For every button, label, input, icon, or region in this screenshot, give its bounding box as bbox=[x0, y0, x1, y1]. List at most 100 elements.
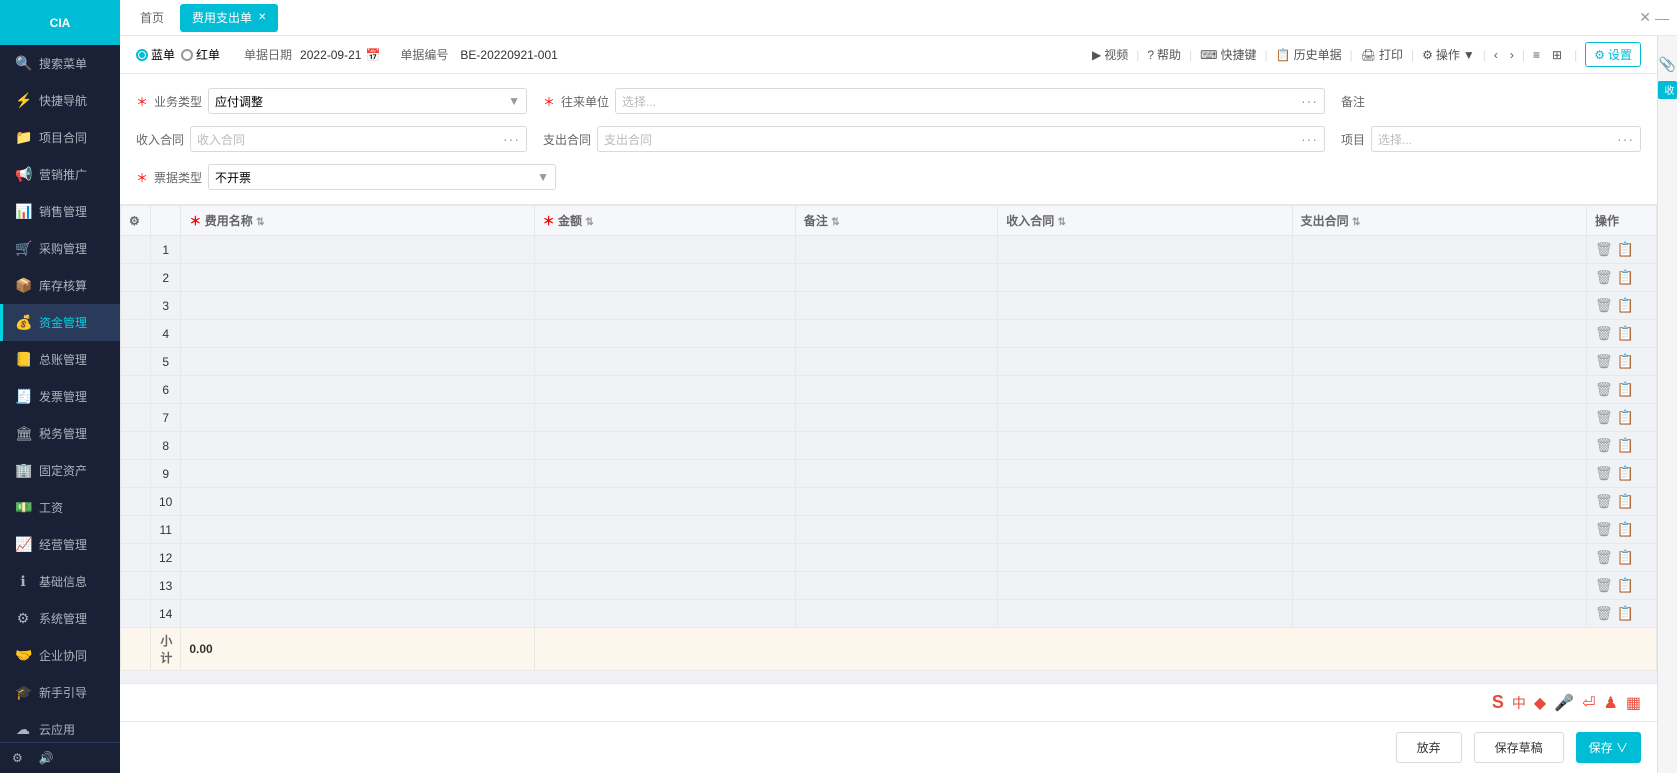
cell-income-9[interactable] bbox=[998, 460, 1292, 488]
cell-remark-12[interactable] bbox=[795, 544, 997, 572]
cell-amount-5[interactable] bbox=[534, 348, 795, 376]
discard-button[interactable]: 放弃 bbox=[1396, 732, 1462, 763]
sidebar-item-inventory[interactable]: 📦 库存核算 bbox=[0, 267, 120, 304]
cell-amount-9[interactable] bbox=[534, 460, 795, 488]
th-remark[interactable]: 备注 ⇅ bbox=[795, 206, 997, 236]
cell-name-13[interactable] bbox=[181, 572, 534, 600]
partner-input[interactable]: 选择... ··· bbox=[615, 88, 1325, 114]
copy-icon-4[interactable]: 📋 bbox=[1617, 325, 1634, 342]
copy-icon-14[interactable]: 📋 bbox=[1617, 605, 1634, 622]
copy-icon-12[interactable]: 📋 bbox=[1617, 549, 1634, 566]
th-income-contract[interactable]: 收入合同 ⇅ bbox=[998, 206, 1292, 236]
cell-name-5[interactable] bbox=[181, 348, 534, 376]
cell-expense-5[interactable] bbox=[1292, 348, 1586, 376]
cell-remark-5[interactable] bbox=[795, 348, 997, 376]
cell-expense-9[interactable] bbox=[1292, 460, 1586, 488]
sidebar-item-system[interactable]: ⚙ 系统管理 bbox=[0, 600, 120, 637]
sidebar-item-operations[interactable]: 📈 经营管理 bbox=[0, 526, 120, 563]
cell-expense-3[interactable] bbox=[1292, 292, 1586, 320]
cell-name-4[interactable] bbox=[181, 320, 534, 348]
cell-expense-13[interactable] bbox=[1292, 572, 1586, 600]
sidebar-item-quicknav[interactable]: ⚡ 快捷导航 bbox=[0, 82, 120, 119]
right-panel-edit-icon[interactable]: 收 bbox=[1658, 81, 1677, 99]
cell-name-11[interactable] bbox=[181, 516, 534, 544]
tab-expense[interactable]: 费用支出单 ✕ bbox=[180, 4, 278, 32]
sidebar-item-search[interactable]: 🔍 搜索菜单 bbox=[0, 45, 120, 82]
cell-amount-10[interactable] bbox=[534, 488, 795, 516]
cell-expense-11[interactable] bbox=[1292, 516, 1586, 544]
delete-icon-8[interactable]: 🗑 bbox=[1595, 437, 1613, 454]
sidebar-item-cloud[interactable]: ☁ 云应用 bbox=[0, 711, 120, 742]
cell-remark-2[interactable] bbox=[795, 264, 997, 292]
cell-remark-7[interactable] bbox=[795, 404, 997, 432]
nav-next-btn[interactable]: › bbox=[1506, 46, 1518, 64]
delete-icon-13[interactable]: 🗑 bbox=[1595, 577, 1613, 594]
cell-income-11[interactable] bbox=[998, 516, 1292, 544]
sidebar-item-enterprise[interactable]: 🤝 企业协同 bbox=[0, 637, 120, 674]
cell-amount-8[interactable] bbox=[534, 432, 795, 460]
cell-income-7[interactable] bbox=[998, 404, 1292, 432]
cell-income-3[interactable] bbox=[998, 292, 1292, 320]
window-minimize-icon[interactable]: — bbox=[1655, 10, 1669, 26]
cell-amount-11[interactable] bbox=[534, 516, 795, 544]
cell-expense-14[interactable] bbox=[1292, 600, 1586, 628]
mic-icon[interactable]: 🎤 bbox=[1554, 693, 1574, 713]
cell-expense-8[interactable] bbox=[1292, 432, 1586, 460]
copy-icon-5[interactable]: 📋 bbox=[1617, 353, 1634, 370]
copy-icon-10[interactable]: 📋 bbox=[1617, 493, 1634, 510]
cell-expense-10[interactable] bbox=[1292, 488, 1586, 516]
cell-name-3[interactable] bbox=[181, 292, 534, 320]
cell-income-5[interactable] bbox=[998, 348, 1292, 376]
volume-bottom-icon[interactable]: 🔊 bbox=[39, 751, 54, 765]
cell-amount-2[interactable] bbox=[534, 264, 795, 292]
delete-icon-4[interactable]: 🗑 bbox=[1595, 325, 1613, 342]
delete-icon-14[interactable]: 🗑 bbox=[1595, 605, 1613, 622]
delete-icon-10[interactable]: 🗑 bbox=[1595, 493, 1613, 510]
copy-icon-8[interactable]: 📋 bbox=[1617, 437, 1634, 454]
sidebar-item-ledger[interactable]: 📒 总账管理 bbox=[0, 341, 120, 378]
business-type-select[interactable]: 应付调整 ▼ bbox=[208, 88, 527, 114]
cell-amount-14[interactable] bbox=[534, 600, 795, 628]
grid-icon[interactable]: ▦ bbox=[1626, 693, 1641, 713]
cell-remark-8[interactable] bbox=[795, 432, 997, 460]
delete-icon-7[interactable]: 🗑 bbox=[1595, 409, 1613, 426]
copy-icon-7[interactable]: 📋 bbox=[1617, 409, 1634, 426]
grid-view-btn[interactable]: ⊞ bbox=[1548, 46, 1566, 64]
history-btn[interactable]: 📋 历史单据 bbox=[1272, 44, 1346, 65]
copy-icon-11[interactable]: 📋 bbox=[1617, 521, 1634, 538]
cell-remark-1[interactable] bbox=[795, 236, 997, 264]
cell-amount-6[interactable] bbox=[534, 376, 795, 404]
cell-expense-7[interactable] bbox=[1292, 404, 1586, 432]
cell-income-13[interactable] bbox=[998, 572, 1292, 600]
tab-close-icon[interactable]: ✕ bbox=[258, 12, 266, 23]
delete-icon-9[interactable]: 🗑 bbox=[1595, 465, 1613, 482]
radio-blue[interactable]: 蓝单 bbox=[136, 46, 175, 63]
cell-remark-10[interactable] bbox=[795, 488, 997, 516]
cell-amount-13[interactable] bbox=[534, 572, 795, 600]
cell-name-8[interactable] bbox=[181, 432, 534, 460]
delete-icon-3[interactable]: 🗑 bbox=[1595, 297, 1613, 314]
sidebar-item-purchase[interactable]: 🛒 采购管理 bbox=[0, 230, 120, 267]
save-button[interactable]: 保存 ∨ bbox=[1576, 732, 1641, 763]
cell-expense-2[interactable] bbox=[1292, 264, 1586, 292]
settings-btn[interactable]: ⚙ 设置 bbox=[1585, 42, 1641, 67]
cell-income-10[interactable] bbox=[998, 488, 1292, 516]
delete-icon-6[interactable]: 🗑 bbox=[1595, 381, 1613, 398]
cell-remark-3[interactable] bbox=[795, 292, 997, 320]
cell-remark-13[interactable] bbox=[795, 572, 997, 600]
copy-icon-2[interactable]: 📋 bbox=[1617, 269, 1634, 286]
cell-name-6[interactable] bbox=[181, 376, 534, 404]
calendar-icon[interactable]: 📅 bbox=[365, 48, 380, 62]
cell-remark-11[interactable] bbox=[795, 516, 997, 544]
cell-remark-9[interactable] bbox=[795, 460, 997, 488]
cell-name-10[interactable] bbox=[181, 488, 534, 516]
help-btn[interactable]: ? 帮助 bbox=[1143, 44, 1185, 65]
sidebar-item-invoice[interactable]: 🧾 发票管理 bbox=[0, 378, 120, 415]
cell-income-1[interactable] bbox=[998, 236, 1292, 264]
copy-icon-3[interactable]: 📋 bbox=[1617, 297, 1634, 314]
cell-income-6[interactable] bbox=[998, 376, 1292, 404]
cell-income-14[interactable] bbox=[998, 600, 1292, 628]
cell-amount-3[interactable] bbox=[534, 292, 795, 320]
cell-name-7[interactable] bbox=[181, 404, 534, 432]
right-panel-attach-icon[interactable]: 📎 bbox=[1659, 56, 1676, 73]
